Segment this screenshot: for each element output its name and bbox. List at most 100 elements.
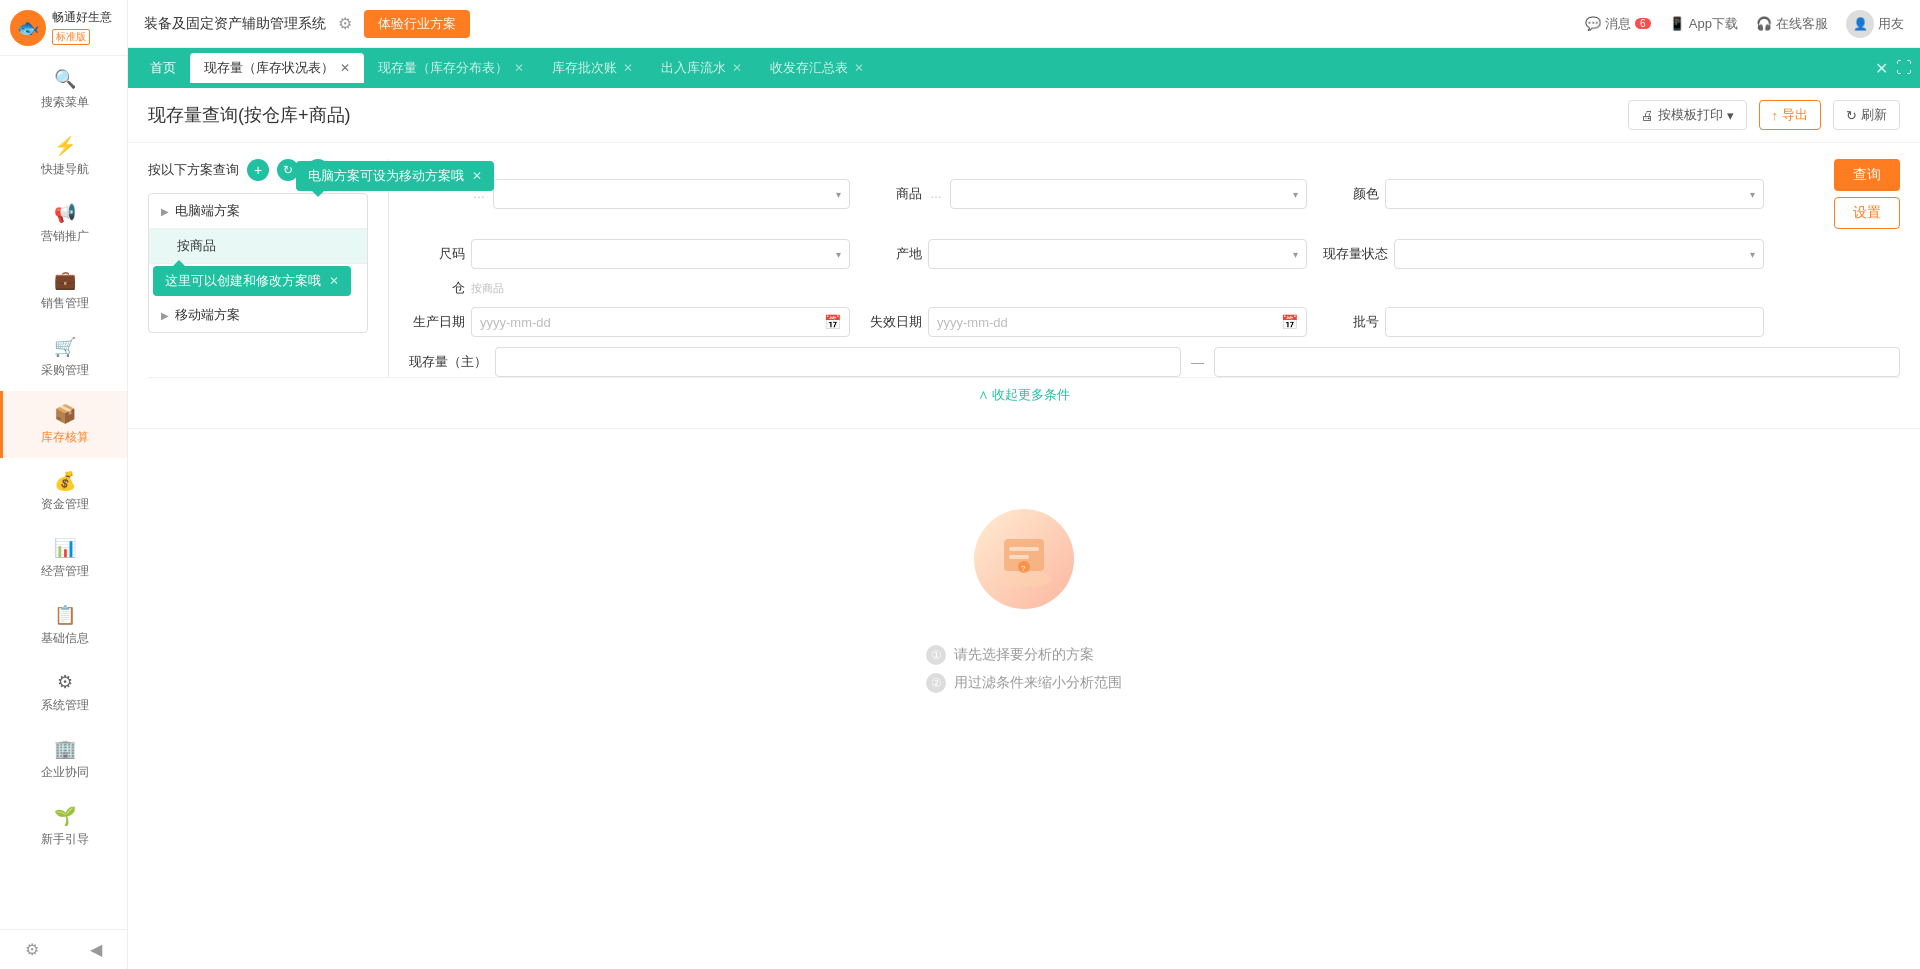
tip-text-2: 用过滤条件来缩小分析范围 [954,674,1122,692]
print-btn[interactable]: 🖨 按模板打印 ▾ [1628,100,1747,130]
maximize-icon[interactable]: ⛶ [1896,59,1912,77]
add-scheme-btn[interactable]: + [247,159,269,181]
main-area: 装备及固定资产辅助管理系统 ⚙ 体验行业方案 💬 消息 6 📱 App下载 🎧 … [128,0,1920,969]
content-inner: 现存量查询(按仓库+商品) 🖨 按模板打印 ▾ ↑ 导出 ↻ 刷新 [128,88,1920,969]
empty-tip-2: ② 用过滤条件来缩小分析范围 [926,673,1122,693]
tooltip2-text: 这里可以创建和修改方案哦 [165,272,321,290]
status-select[interactable]: ▾ [1394,239,1764,269]
scheme-tree: ▶ 电脑端方案 按商品 这里可以创建和修改方案哦 ✕ [148,193,368,333]
goods-select-arrow: ▾ [1293,189,1298,200]
sidebar-item-operation[interactable]: 📊 经营管理 [0,525,127,592]
stock-label: 现存量（主） [409,353,487,371]
sales-nav-icon: 💼 [54,269,76,291]
expiry-date-start[interactable]: yyyy-mm-dd 📅 [928,307,1307,337]
tab-stock-dist[interactable]: 现存量（库存分布表） ✕ [364,53,538,83]
tab-inout[interactable]: 出入库流水 ✕ [647,53,756,83]
collapse-bar[interactable]: ∧ 收起更多条件 [148,377,1900,412]
tab-batch-close[interactable]: ✕ [623,61,633,75]
sidebar-item-marketing[interactable]: 📢 营销推广 [0,190,127,257]
user-avatar: 👤 [1846,10,1874,38]
filter-area: 按以下方案查询 + ↻ ← 电脑方案可设为移动方案哦 ✕ [128,143,1920,428]
tab-stock-status-label: 现存量（库存状况表） [204,59,334,77]
topbar-settings-icon[interactable]: ⚙ [338,14,352,33]
tab-stock-status-close[interactable]: ✕ [340,61,350,75]
scheme-mobile[interactable]: ▶ 移动端方案 [149,298,367,332]
tooltip-scheme-2: 这里可以创建和修改方案哦 ✕ [153,266,351,296]
tab-stock-status[interactable]: 现存量（库存状况表） ✕ [190,53,364,83]
system-name: 装备及固定资产辅助管理系统 [144,15,326,33]
refresh-btn[interactable]: ↻ 刷新 [1833,100,1900,130]
sidebar-item-search[interactable]: 🔍 搜索菜单 [0,56,127,123]
enterprise-nav-icon: 🏢 [54,738,76,760]
service-label: 在线客服 [1776,15,1828,33]
filter-field-size: 尺码 ▾ [409,239,850,269]
tip-num-1: ① [926,645,946,665]
message-icon-item[interactable]: 💬 消息 6 [1585,15,1651,33]
tooltip2-close[interactable]: ✕ [329,274,339,288]
logo-tag: 标准版 [52,29,90,45]
stock-min-input[interactable] [495,347,1181,377]
tab-collect[interactable]: 收发存汇总表 ✕ [756,53,878,83]
scheme-pc-sub[interactable]: 按商品 [149,229,367,264]
industry-btn[interactable]: 体验行业方案 [364,10,470,38]
user-name: 用友 [1878,15,1904,33]
scheme-pc[interactable]: ▶ 电脑端方案 [149,194,367,229]
origin-select[interactable]: ▾ [928,239,1307,269]
sidebar-item-purchase[interactable]: 🛒 采购管理 [0,324,127,391]
tooltip1-close[interactable]: ✕ [472,169,482,183]
tab-batch[interactable]: 库存批次账 ✕ [538,53,647,83]
batch-input[interactable] [1385,307,1764,337]
svg-point-0 [996,571,1052,587]
production-date-start[interactable]: yyyy-mm-dd 📅 [471,307,850,337]
search-reset-group: 查询 设置 [1834,159,1900,229]
settings-bottom-icon[interactable]: ⚙ [25,940,39,959]
print-icon: 🖨 [1641,108,1654,123]
user-area[interactable]: 👤 用友 [1846,10,1904,38]
message-label: 消息 [1605,15,1631,33]
goods-select[interactable]: ▾ [950,179,1307,209]
tab-inout-label: 出入库流水 [661,59,726,77]
page-header-actions: 🖨 按模板打印 ▾ ↑ 导出 ↻ 刷新 [1628,100,1901,130]
tab-stock-dist-close[interactable]: ✕ [514,61,524,75]
marketing-nav-icon: 📢 [54,202,76,224]
sidebar-item-enterprise[interactable]: 🏢 企业协同 [0,726,127,793]
scheme-pc-sub-item: 按商品 [177,237,216,255]
sidebar-item-stock[interactable]: 📦 库存核算 [0,391,127,458]
collapse-sidebar-icon[interactable]: ◀ [90,940,102,959]
tab-collect-close[interactable]: ✕ [854,61,864,75]
svg-rect-2 [1009,547,1039,551]
message-icon: 💬 [1585,16,1601,31]
stock-dash: — [1191,355,1204,370]
color-select[interactable]: ▾ [1385,179,1764,209]
stock-nav-icon: 📦 [54,403,76,425]
app-download-item[interactable]: 📱 App下载 [1669,15,1738,33]
tab-home[interactable]: 首页 [136,53,190,83]
logo-icon: 🐟 [10,10,46,46]
warehouse-select[interactable]: ▾ [493,179,850,209]
size-select[interactable]: ▾ [471,239,850,269]
sidebar-item-finance[interactable]: 💰 资金管理 [0,458,127,525]
tab-inout-close[interactable]: ✕ [732,61,742,75]
sidebar-item-sales[interactable]: 💼 销售管理 [0,257,127,324]
finance-nav-icon: 💰 [54,470,76,492]
tooltip1-text: 电脑方案可设为移动方案哦 [308,167,464,185]
service-item[interactable]: 🎧 在线客服 [1756,15,1828,33]
filter-field-expiry-date: 失效日期 yyyy-mm-dd 📅 [866,307,1307,337]
close-all-tabs-icon[interactable]: ✕ [1875,59,1888,78]
reset-btn[interactable]: 设置 [1834,197,1900,229]
search-btn[interactable]: 查询 [1834,159,1900,191]
content-area: 现存量查询(按仓库+商品) 🖨 按模板打印 ▾ ↑ 导出 ↻ 刷新 [128,88,1920,969]
print-dropdown-icon: ▾ [1727,108,1734,123]
refresh-icon: ↻ [1846,108,1857,123]
sidebar-bottom: ⚙ ◀ [0,929,127,969]
export-icon: ↑ [1772,108,1779,123]
logo-text: 畅通好生意 [52,10,112,26]
export-btn[interactable]: ↑ 导出 [1759,100,1822,130]
stock-max-input[interactable] [1214,347,1900,377]
sidebar-item-quick[interactable]: ⚡ 快捷导航 [0,123,127,190]
sidebar-item-guide[interactable]: 🌱 新手引导 [0,793,127,860]
sidebar-item-system[interactable]: ⚙ 系统管理 [0,659,127,726]
sidebar-item-basic[interactable]: 📋 基础信息 [0,592,127,659]
tip-num-2: ② [926,673,946,693]
topbar-icons: 💬 消息 6 📱 App下载 🎧 在线客服 👤 用友 [1585,10,1904,38]
